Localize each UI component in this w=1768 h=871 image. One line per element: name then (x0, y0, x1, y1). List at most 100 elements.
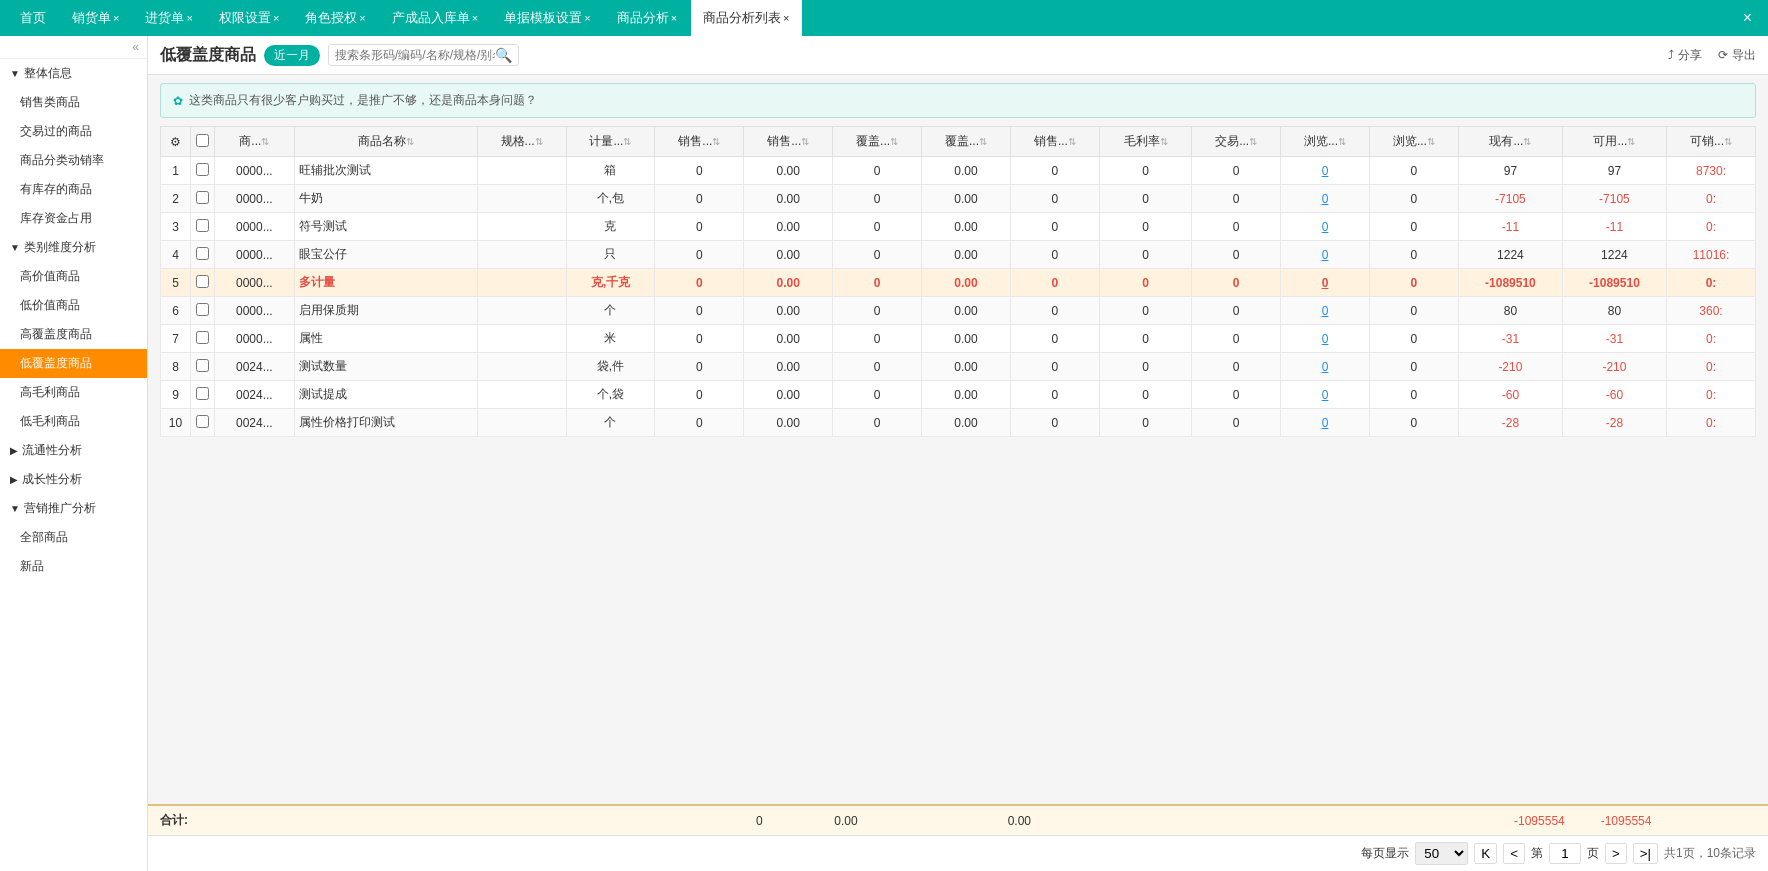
sidebar-item-new-goods[interactable]: 新品 (0, 552, 147, 581)
nav-role[interactable]: 角色授权 × (293, 0, 377, 36)
row-checkbox[interactable] (196, 247, 209, 260)
row-checkbox[interactable] (196, 163, 209, 176)
sidebar-item-high-value[interactable]: 高价值商品 (0, 262, 147, 291)
sidebar-item-sales-goods[interactable]: 销售类商品 (0, 88, 147, 117)
col-sales-count[interactable]: 销售...⇅ (1010, 127, 1099, 157)
sidebar-section-category[interactable]: ▼ 类别维度分析 (0, 233, 147, 262)
sidebar-section-flow[interactable]: ▶ 流通性分析 (0, 436, 147, 465)
search-input[interactable] (335, 48, 495, 62)
row-checkbox[interactable] (196, 219, 209, 232)
row-browse1[interactable]: 0 (1281, 297, 1370, 325)
first-page-button[interactable]: K (1474, 843, 1497, 864)
select-all-checkbox[interactable] (196, 134, 209, 147)
row-browse2: 0 (1369, 213, 1458, 241)
col-code[interactable]: 商...⇅ (215, 127, 295, 157)
row-browse1[interactable]: 0 (1281, 157, 1370, 185)
sort-cov1-icon: ⇅ (890, 136, 898, 147)
page-size-select[interactable]: 50 20 100 200 (1415, 842, 1468, 865)
nav-goods-list[interactable]: 商品分析列表 × (691, 0, 801, 36)
sidebar-section-marketing[interactable]: ▼ 营销推广分析 (0, 494, 147, 523)
nav-warehouse-close[interactable]: × (472, 12, 478, 24)
row-browse1[interactable]: 0 (1281, 213, 1370, 241)
next-page-button[interactable]: > (1605, 843, 1627, 864)
row-browse1[interactable]: 0 (1281, 353, 1370, 381)
row-browse1[interactable]: 0 (1281, 409, 1370, 437)
row-num: 10 (161, 409, 191, 437)
row-cov2: 0.00 (922, 353, 1011, 381)
col-name[interactable]: 商品名称⇅ (294, 127, 477, 157)
window-close-button[interactable]: × (1735, 9, 1760, 27)
row-checkbox[interactable] (196, 387, 209, 400)
time-filter-button[interactable]: 近一月 (264, 45, 320, 66)
row-checkbox[interactable] (196, 275, 209, 288)
nav-purchase[interactable]: 进货单 × (133, 0, 204, 36)
nav-sales-close[interactable]: × (113, 12, 119, 24)
row-checkbox[interactable] (196, 303, 209, 316)
row-browse2: 0 (1369, 269, 1458, 297)
col-browse2[interactable]: 浏览...⇅ (1369, 127, 1458, 157)
col-spec[interactable]: 规格...⇅ (477, 127, 566, 157)
row-checkbox[interactable] (196, 359, 209, 372)
col-cov1[interactable]: 覆盖...⇅ (833, 127, 922, 157)
nav-home[interactable]: 首页 (8, 0, 58, 36)
nav-warehouse[interactable]: 产成品入库单 × (380, 0, 490, 36)
sidebar-item-capital-occupied[interactable]: 库存资金占用 (0, 204, 147, 233)
sidebar-item-high-coverage[interactable]: 高覆盖度商品 (0, 320, 147, 349)
nav-template[interactable]: 单据模板设置 × (492, 0, 602, 36)
row-browse1[interactable]: 0 (1281, 325, 1370, 353)
row-browse1[interactable]: 0 (1281, 381, 1370, 409)
row-cov1: 0 (833, 213, 922, 241)
row-sales-qty: 0 (655, 157, 744, 185)
sidebar-item-high-profit[interactable]: 高毛利商品 (0, 378, 147, 407)
sidebar-item-sales-rate[interactable]: 商品分类动销率 (0, 146, 147, 175)
col-sales-qty[interactable]: 销售...⇅ (655, 127, 744, 157)
col-available[interactable]: 可用...⇅ (1562, 127, 1666, 157)
sidebar-item-low-value[interactable]: 低价值商品 (0, 291, 147, 320)
col-browse1[interactable]: 浏览...⇅ (1281, 127, 1370, 157)
row-browse1[interactable]: 0 (1281, 185, 1370, 213)
nav-goods-list-close[interactable]: × (783, 12, 789, 24)
sidebar-item-low-coverage[interactable]: 低覆盖度商品 (0, 349, 147, 378)
sidebar-item-traded-goods[interactable]: 交易过的商品 (0, 117, 147, 146)
nav-permission-close[interactable]: × (273, 12, 279, 24)
row-cov1: 0 (833, 269, 922, 297)
row-browse1[interactable]: 0 (1281, 269, 1370, 297)
row-checkbox[interactable] (196, 191, 209, 204)
export-button[interactable]: ⟳ 导出 (1718, 47, 1756, 64)
col-settings[interactable]: ⚙ (161, 127, 191, 157)
row-gross-rate: 0 (1099, 297, 1191, 325)
share-button[interactable]: ⤴ 分享 (1668, 47, 1702, 64)
col-sales-amt[interactable]: 销售...⇅ (744, 127, 833, 157)
last-page-button[interactable]: >| (1633, 843, 1658, 864)
sidebar-item-inventory-goods[interactable]: 有库存的商品 (0, 175, 147, 204)
col-gross-rate[interactable]: 毛利率⇅ (1099, 127, 1191, 157)
row-trade: 0 (1192, 185, 1281, 213)
col-cov2[interactable]: 覆盖...⇅ (922, 127, 1011, 157)
sidebar-section-growth-label: 成长性分析 (22, 471, 82, 488)
nav-sales[interactable]: 销货单 × (60, 0, 131, 36)
nav-goods-analysis[interactable]: 商品分析 × (605, 0, 689, 36)
row-checkbox[interactable] (196, 415, 209, 428)
nav-template-close[interactable]: × (584, 12, 590, 24)
col-unit[interactable]: 计量...⇅ (566, 127, 655, 157)
settings-icon[interactable]: ⚙ (170, 135, 181, 149)
prev-page-button[interactable]: < (1503, 843, 1525, 864)
sidebar-section-overall[interactable]: ▼ 整体信息 (0, 59, 147, 88)
sidebar-item-all-goods[interactable]: 全部商品 (0, 523, 147, 552)
col-sellable[interactable]: 可销...⇅ (1666, 127, 1755, 157)
sidebar-collapse-button[interactable]: « (0, 36, 147, 59)
page-number-input[interactable] (1549, 843, 1581, 864)
nav-role-close[interactable]: × (359, 12, 365, 24)
nav-permission[interactable]: 权限设置 × (207, 0, 291, 36)
nav-purchase-close[interactable]: × (186, 12, 192, 24)
sort-trade-icon: ⇅ (1249, 136, 1257, 147)
row-checkbox[interactable] (196, 331, 209, 344)
sidebar-item-low-profit[interactable]: 低毛利商品 (0, 407, 147, 436)
col-current[interactable]: 现有...⇅ (1458, 127, 1562, 157)
row-available: -210 (1562, 353, 1666, 381)
row-browse1[interactable]: 0 (1281, 241, 1370, 269)
search-icon[interactable]: 🔍 (495, 47, 512, 63)
nav-goods-analysis-close[interactable]: × (671, 12, 677, 24)
col-trade[interactable]: 交易...⇅ (1192, 127, 1281, 157)
sidebar-section-growth[interactable]: ▶ 成长性分析 (0, 465, 147, 494)
